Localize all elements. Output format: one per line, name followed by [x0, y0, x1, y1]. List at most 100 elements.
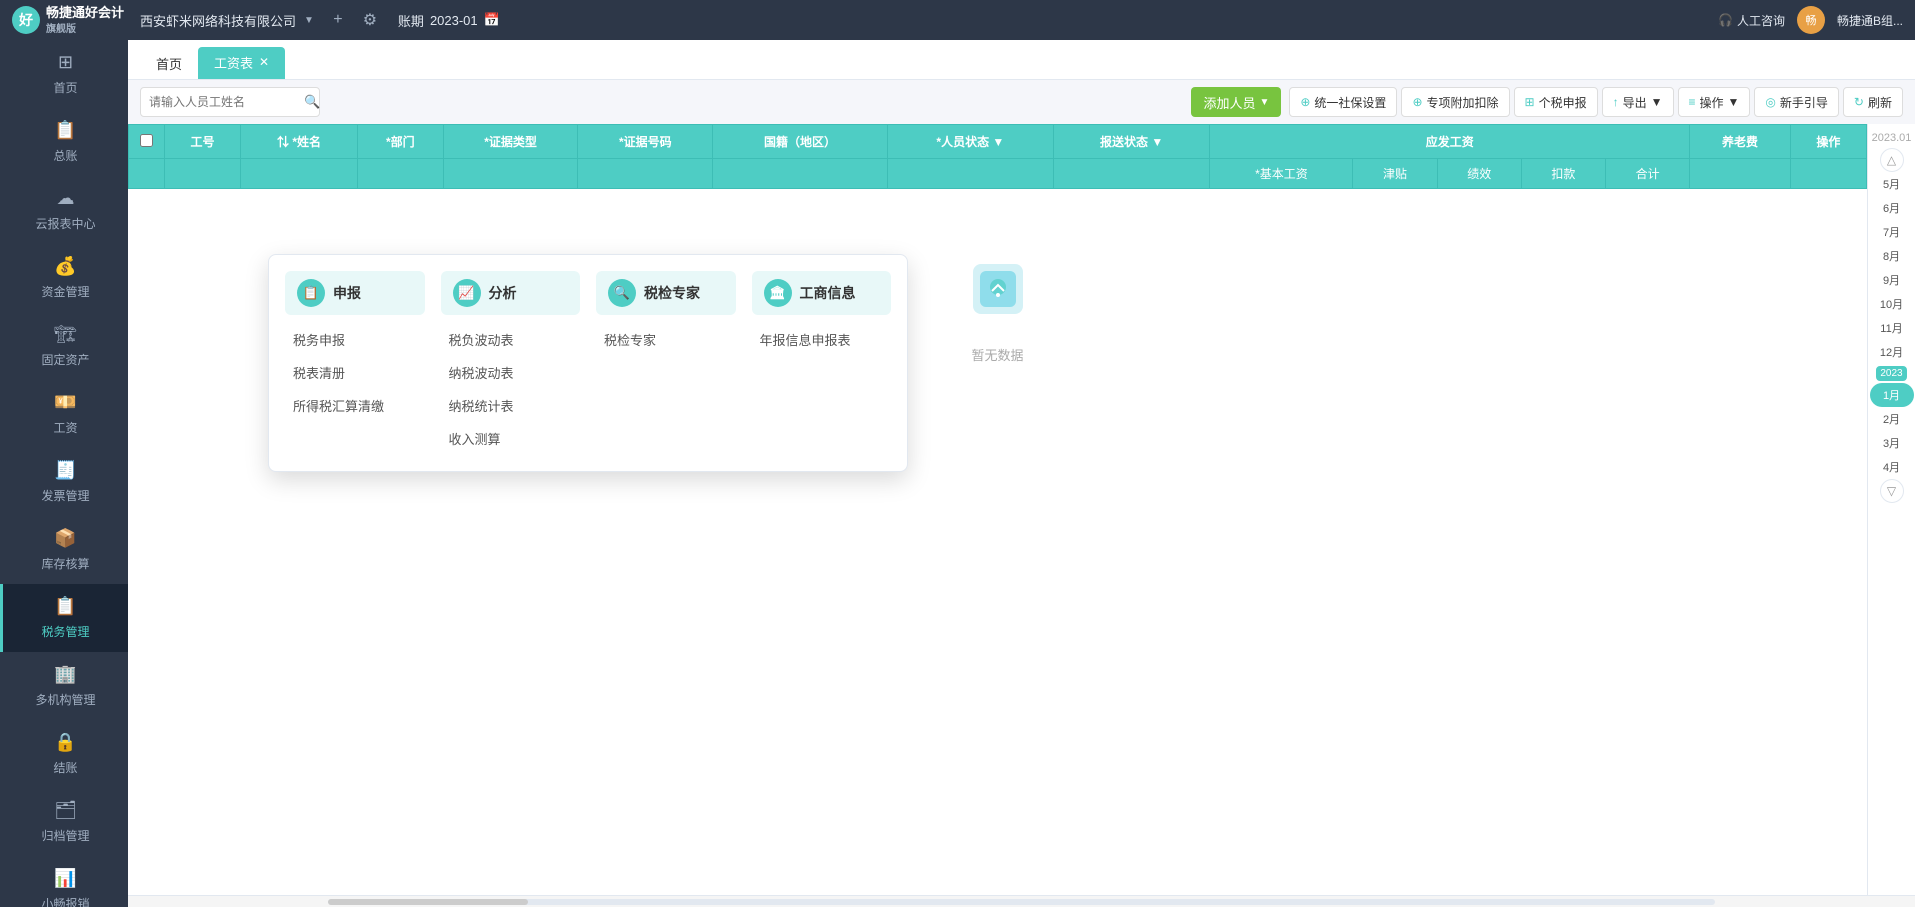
- sidebar-item-label: 小畅报销: [41, 895, 89, 907]
- social-icon: ⊕: [1300, 95, 1310, 109]
- date-month-4[interactable]: 4月: [1870, 455, 1914, 479]
- add-company-button[interactable]: +: [326, 8, 350, 32]
- app-version: 旗舰版: [46, 20, 124, 35]
- period-label: 账期: [398, 11, 424, 30]
- new-guide-button[interactable]: ◎ 新手引导: [1754, 87, 1839, 117]
- search-input[interactable]: [149, 95, 304, 109]
- dropdown-arrow-icon: ▼: [1259, 97, 1269, 108]
- business-icon: 🏛: [764, 279, 792, 307]
- popup-item-income-estimate[interactable]: 收入测算: [441, 422, 581, 455]
- xiaochang-icon: 📊: [54, 868, 76, 889]
- social-label: 统一社保设置: [1314, 94, 1386, 111]
- popup-item-annual-report[interactable]: 年报信息申报表: [752, 323, 892, 356]
- company-selector[interactable]: 西安虾米网络科技有限公司 ▼: [140, 11, 314, 30]
- refresh-button[interactable]: ↻ 刷新: [1843, 87, 1903, 117]
- th2-id-type: [443, 159, 578, 189]
- sidebar-item-salary[interactable]: 💴 工资: [0, 380, 128, 448]
- inventory-icon: 📦: [54, 528, 76, 549]
- date-month-8[interactable]: 8月: [1870, 244, 1914, 268]
- sidebar-item-fixed-assets[interactable]: 🏗 固定资产: [0, 312, 128, 380]
- date-month-5[interactable]: 5月: [1870, 172, 1914, 196]
- sidebar-item-label: 多机构管理: [35, 691, 95, 708]
- settings-icon[interactable]: ⚙: [358, 8, 382, 32]
- top-bar-right: 🎧 人工咨询 畅 畅捷通B组...: [1718, 6, 1903, 34]
- popup-col-analysis: 📈 分析 税负波动表 纳税波动表 纳税统计表 收入测算: [441, 271, 581, 455]
- empty-icon: [958, 249, 1038, 329]
- sidebar-item-home[interactable]: ⊞ 首页: [0, 40, 128, 108]
- tab-home[interactable]: 首页: [140, 47, 198, 79]
- sidebar-item-cloud-report[interactable]: ☁ 云报表中心: [0, 176, 128, 244]
- headset-icon: 🎧: [1718, 13, 1733, 27]
- declaration-label: 申报: [333, 283, 361, 303]
- social-security-button[interactable]: ⊕ 统一社保设置: [1289, 87, 1397, 117]
- th-id-number: *证据号码: [578, 125, 713, 159]
- bottom-scrollbar: [128, 895, 1915, 907]
- sidebar-item-closing[interactable]: 🔒 结账: [0, 720, 128, 788]
- popup-item-tax-burden[interactable]: 税负波动表: [441, 323, 581, 356]
- add-person-button[interactable]: 添加人员 ▼: [1191, 87, 1281, 117]
- th2-department: [358, 159, 444, 189]
- th-report-status: 报送状态 ▼: [1053, 125, 1209, 159]
- sidebar-item-inventory[interactable]: 📦 库存核算: [0, 516, 128, 584]
- business-label: 工商信息: [800, 283, 856, 303]
- sidebar-item-tax[interactable]: 📋 税务管理: [0, 584, 128, 652]
- select-all-checkbox[interactable]: [140, 134, 153, 147]
- export-button[interactable]: ↑ 导出 ▼: [1602, 87, 1674, 117]
- individual-tax-button[interactable]: ⊞ 个税申报: [1514, 87, 1598, 117]
- date-month-7[interactable]: 7月: [1870, 220, 1914, 244]
- date-month-9[interactable]: 9月: [1870, 268, 1914, 292]
- date-month-6[interactable]: 6月: [1870, 196, 1914, 220]
- date-month-3[interactable]: 3月: [1870, 431, 1914, 455]
- th-base-wage: *基本工资: [1210, 159, 1353, 189]
- app-name: 畅捷通好会计: [46, 5, 124, 21]
- sidebar-item-multi-org[interactable]: 🏢 多机构管理: [0, 652, 128, 720]
- popup-item-tax-payment[interactable]: 纳税波动表: [441, 356, 581, 389]
- popup-item-income-tax-settlement[interactable]: 所得税汇算清缴: [285, 389, 425, 422]
- date-month-1[interactable]: 1月: [1870, 383, 1914, 407]
- date-month-12[interactable]: 12月: [1870, 340, 1914, 364]
- refresh-label: 刷新: [1868, 94, 1892, 111]
- date-month-2[interactable]: 2月: [1870, 407, 1914, 431]
- popup-item-tax-expert[interactable]: 税检专家: [596, 323, 736, 356]
- sidebar-item-invoice[interactable]: 🧾 发票管理: [0, 448, 128, 516]
- special-deduction-button[interactable]: ⊕ 专项附加扣除: [1401, 87, 1509, 117]
- date-month-10[interactable]: 10月: [1870, 292, 1914, 316]
- sidebar-item-xiaochang[interactable]: 📊 小畅报销: [0, 856, 128, 907]
- sidebar-item-label: 总账: [53, 147, 77, 164]
- company-chevron-icon[interactable]: ▼: [304, 15, 314, 26]
- close-icon[interactable]: ✕: [259, 55, 269, 69]
- salary-icon: 💴: [54, 392, 76, 413]
- ledger-icon: 📋: [54, 120, 76, 141]
- scroll-track[interactable]: [328, 899, 1715, 905]
- sidebar-item-label: 云报表中心: [35, 215, 95, 232]
- service-label: 人工咨询: [1737, 12, 1785, 29]
- sidebar-item-label: 资金管理: [41, 283, 89, 300]
- toolbar: 🔍 添加人员 ▼ ⊕ 统一社保设置 ⊕ 专项附加扣除 ⊞ 个税申报: [128, 80, 1915, 124]
- human-service-button[interactable]: 🎧 人工咨询: [1718, 12, 1785, 29]
- sidebar-item-capital[interactable]: 💰 资金管理: [0, 244, 128, 312]
- op-icon: ≡: [1689, 95, 1696, 109]
- popup-item-tax-stats[interactable]: 纳税统计表: [441, 389, 581, 422]
- refresh-icon: ↻: [1854, 95, 1864, 109]
- date-month-11[interactable]: 11月: [1870, 316, 1914, 340]
- sidebar-item-archive[interactable]: 🗂 归档管理: [0, 788, 128, 856]
- tab-salary-table[interactable]: 工资表 ✕: [198, 47, 285, 79]
- toolbar-buttons: ⊕ 统一社保设置 ⊕ 专项附加扣除 ⊞ 个税申报 ↑ 导出 ▼ ≡: [1289, 87, 1903, 117]
- guide-label: 新手引导: [1780, 94, 1828, 111]
- scroll-thumb[interactable]: [328, 899, 528, 905]
- capital-icon: 💰: [54, 256, 76, 277]
- sidebar-item-ledger[interactable]: 📋 总账: [0, 108, 128, 176]
- date-next-button[interactable]: ▽: [1880, 479, 1904, 503]
- popup-item-tax-declaration[interactable]: 税务申报: [285, 323, 425, 356]
- content-main: 工号 ⇅ *姓名 *部门 *证据类型 *证据号码 国籍（地区） *人员状态 ▼ …: [128, 124, 1915, 895]
- calendar-icon[interactable]: 📅: [484, 12, 500, 28]
- sidebar: ⊞ 首页 📋 总账 ☁ 云报表中心 💰 资金管理 🏗 固定资产 💴 工资 🧾 发…: [0, 40, 128, 907]
- sidebar-item-label: 固定资产: [41, 351, 89, 368]
- operation-label: 操作: [1700, 94, 1724, 111]
- operation-button[interactable]: ≡ 操作 ▼: [1678, 87, 1751, 117]
- home-icon: ⊞: [58, 52, 73, 73]
- popup-item-tax-forms[interactable]: 税表清册: [285, 356, 425, 389]
- date-prev-button[interactable]: △: [1880, 148, 1904, 172]
- salary-table: 工号 ⇅ *姓名 *部门 *证据类型 *证据号码 国籍（地区） *人员状态 ▼ …: [128, 124, 1867, 189]
- export-label: 导出: [1623, 94, 1647, 111]
